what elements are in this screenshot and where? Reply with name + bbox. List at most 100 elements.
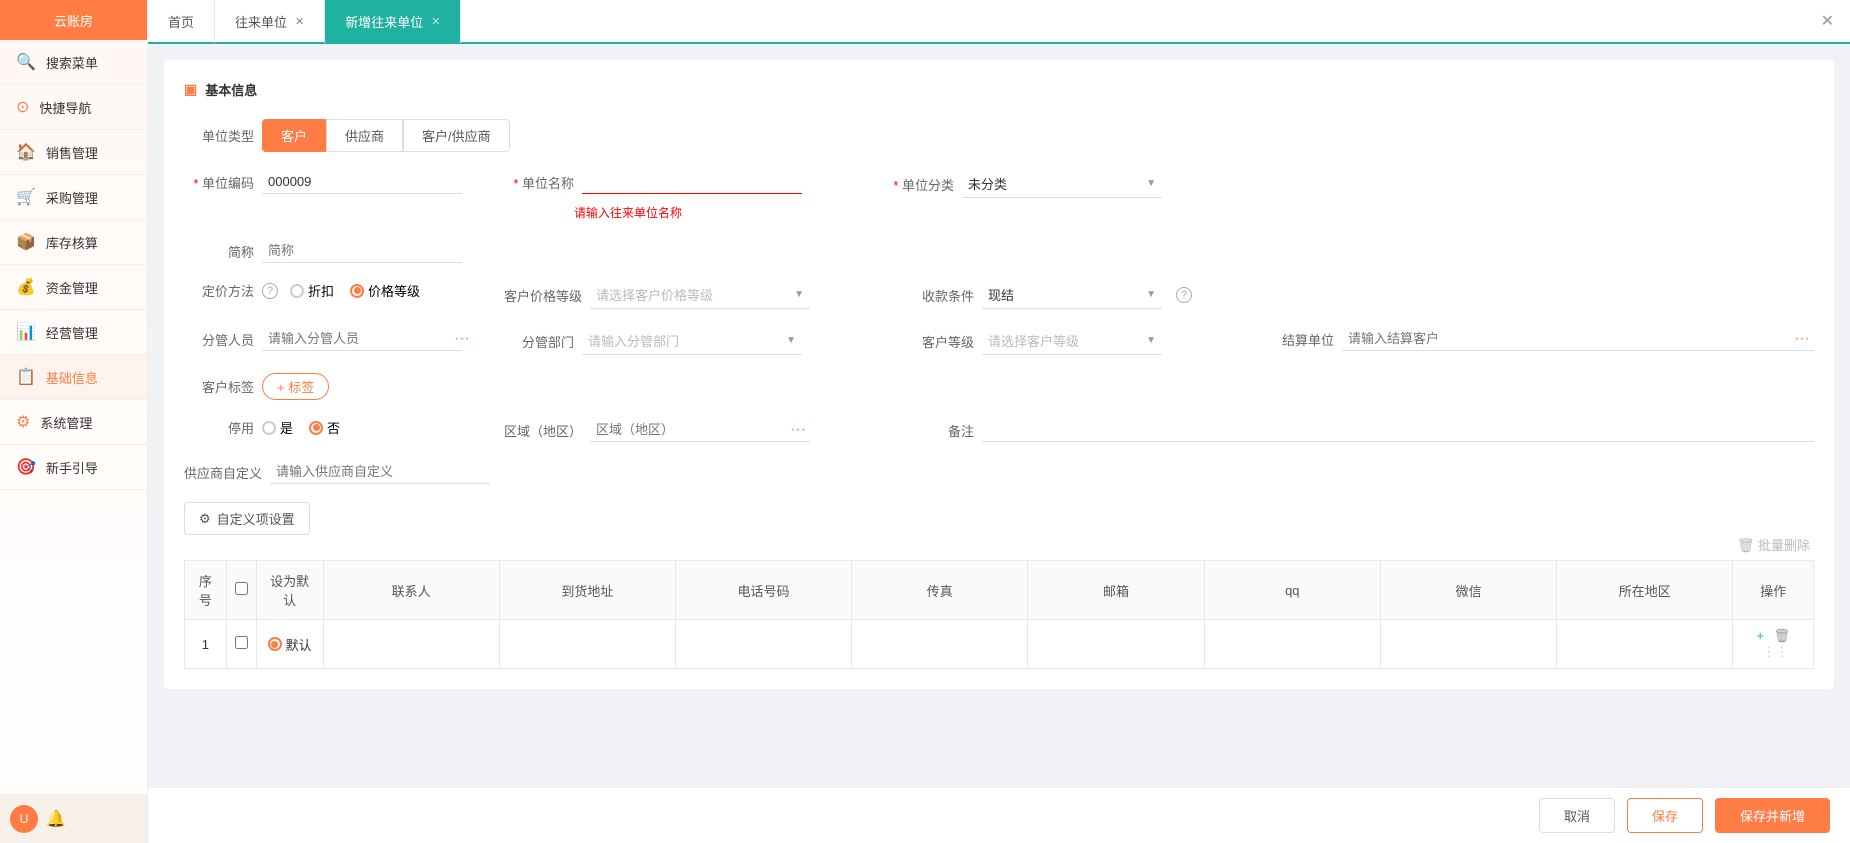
add-row-btn[interactable]: + xyxy=(1756,628,1764,643)
window-close-button[interactable]: ✕ xyxy=(1805,0,1850,43)
pricing-row: 定价方法 ? 折扣 价格等级 xyxy=(184,281,1814,309)
delete-row-btn[interactable]: 🗑 xyxy=(1774,628,1791,643)
sidebar-item-label: 搜索菜单 xyxy=(46,53,98,72)
qq-input[interactable] xyxy=(1213,637,1372,652)
tab-partners[interactable]: 往来单位 ✕ xyxy=(215,0,325,43)
sidebar-item-inventory[interactable]: 📦 库存核算 xyxy=(0,220,147,265)
notification-icon[interactable]: 🔔 xyxy=(46,809,66,829)
department-field: 分管部门 请输入分管部门 ▼ xyxy=(504,327,884,355)
address-input[interactable] xyxy=(508,637,667,652)
tab-new-partner[interactable]: 新增往来单位 ✕ xyxy=(325,0,461,43)
main-area: 首页 往来单位 ✕ 新增往来单位 ✕ ✕ ▣ 基本信息 单位类型 客户 xyxy=(148,0,1850,843)
code-name-category-row: 单位编码 单位名称 请输入往来单位名称 单位分类 xyxy=(184,170,1814,221)
section-icon: ▣ xyxy=(184,81,197,98)
btn-customer[interactable]: 客户 xyxy=(262,119,326,152)
short-name-row: 简称 xyxy=(184,239,1814,263)
custom-settings-row: ⚙ 自定义项设置 xyxy=(184,502,1814,535)
tab-new-partner-close[interactable]: ✕ xyxy=(431,15,440,28)
cell-region xyxy=(1557,620,1733,669)
radio-price-level[interactable]: 价格等级 xyxy=(350,281,420,300)
sidebar-item-finance[interactable]: 💰 资金管理 xyxy=(0,265,147,310)
region-more-btn[interactable]: ··· xyxy=(786,421,810,439)
radio-no[interactable]: 否 xyxy=(309,418,340,437)
sidebar-item-operations[interactable]: 📊 经营管理 xyxy=(0,310,147,355)
drag-handle[interactable]: ⋮⋮ xyxy=(1762,644,1788,659)
cell-wechat xyxy=(1380,620,1556,669)
sidebar-item-guide[interactable]: 🎯 新手引导 xyxy=(0,445,147,490)
contacts-table: 序号 设为默认 联系人 到货地址 电话号码 传真 邮箱 qq 微信 xyxy=(184,560,1814,669)
operations-icon: 📊 xyxy=(16,322,36,342)
payment-help-icon[interactable]: ? xyxy=(1176,287,1192,303)
pricing-help-icon[interactable]: ? xyxy=(262,283,278,299)
col-set-default: 设为默认 xyxy=(256,561,323,620)
supplier-custom-field: 供应商自定义 xyxy=(184,460,564,484)
select-all-checkbox[interactable] xyxy=(235,582,248,595)
unit-category-select[interactable]: 未分类 ▼ xyxy=(962,170,1162,198)
wechat-input[interactable] xyxy=(1389,637,1548,652)
sidebar-item-quick-nav[interactable]: ⊙ 快捷导航 xyxy=(0,85,147,130)
settlement-input[interactable] xyxy=(1342,327,1790,350)
manager-more-btn[interactable]: ··· xyxy=(450,330,474,348)
short-name-field: 简称 xyxy=(184,239,504,263)
region-label: 区域（地区） xyxy=(504,421,582,440)
col-wechat: 微信 xyxy=(1380,561,1556,620)
sidebar-item-basic[interactable]: 📋 基础信息 xyxy=(0,355,147,400)
department-select[interactable]: 请输入分管部门 ▼ xyxy=(582,327,802,355)
region-input[interactable] xyxy=(590,418,786,441)
radio-discount[interactable]: 折扣 xyxy=(290,281,334,300)
region-cell-input[interactable] xyxy=(1565,637,1724,652)
btn-both[interactable]: 客户/供应商 xyxy=(403,119,510,152)
email-input[interactable] xyxy=(1036,637,1195,652)
sidebar-item-label: 销售管理 xyxy=(46,143,98,162)
fax-input[interactable] xyxy=(860,637,1019,652)
settlement-more-btn[interactable]: ··· xyxy=(1790,330,1814,348)
phone-input[interactable] xyxy=(684,637,843,652)
custom-settings-button[interactable]: ⚙ 自定义项设置 xyxy=(184,502,310,535)
manager-input[interactable] xyxy=(262,327,450,350)
tab-partners-close[interactable]: ✕ xyxy=(295,15,304,28)
sidebar-item-search[interactable]: 🔍 搜索菜单 xyxy=(0,40,147,85)
unit-category-value: 未分类 xyxy=(968,174,1142,193)
manager-input-group: ··· xyxy=(262,327,462,351)
btn-supplier[interactable]: 供应商 xyxy=(326,119,403,152)
save-new-button[interactable]: 保存并新增 xyxy=(1715,798,1830,833)
settings-icon: ⚙ xyxy=(199,511,211,527)
supplier-custom-label: 供应商自定义 xyxy=(184,463,262,482)
pricing-method-field: 定价方法 ? 折扣 价格等级 xyxy=(184,281,504,300)
sidebar-item-purchase[interactable]: 🛒 采购管理 xyxy=(0,175,147,220)
cancel-button[interactable]: 取消 xyxy=(1539,798,1615,833)
payment-terms-label: 收款条件 xyxy=(904,286,974,305)
unit-type-btn-group: 客户 供应商 客户/供应商 xyxy=(262,119,510,152)
col-address: 到货地址 xyxy=(499,561,675,620)
customer-price-level-select[interactable]: 请选择客户价格等级 ▼ xyxy=(590,281,810,309)
tab-home[interactable]: 首页 xyxy=(148,0,215,43)
sidebar-item-system[interactable]: ⚙ 系统管理 xyxy=(0,400,147,445)
pricing-radio-group: 折扣 价格等级 xyxy=(290,281,420,300)
sidebar-item-sales[interactable]: 🏠 销售管理 xyxy=(0,130,147,175)
unit-code-input[interactable] xyxy=(262,170,462,194)
col-qq: qq xyxy=(1204,561,1380,620)
radio-yes[interactable]: 是 xyxy=(262,418,293,437)
short-name-input[interactable] xyxy=(262,239,462,263)
user-avatar: U xyxy=(10,805,38,833)
supplier-custom-input[interactable] xyxy=(270,460,490,484)
contact-input[interactable] xyxy=(332,637,491,652)
unit-type-field: 单位类型 客户 供应商 客户/供应商 xyxy=(184,119,584,152)
unit-code-label: 单位编码 xyxy=(184,173,254,192)
batch-delete-icon: 🗑 xyxy=(1737,537,1755,553)
row-checkbox[interactable] xyxy=(235,636,248,649)
cell-qq xyxy=(1204,620,1380,669)
unit-name-input[interactable] xyxy=(582,170,802,194)
add-tag-button[interactable]: + 标签 xyxy=(262,373,329,400)
radio-default[interactable]: 默认 xyxy=(265,635,315,654)
save-button[interactable]: 保存 xyxy=(1627,798,1703,833)
unit-category-label: 单位分类 xyxy=(884,175,954,194)
sales-icon: 🏠 xyxy=(16,142,36,162)
payment-terms-select[interactable]: 现结 ▼ xyxy=(982,281,1162,309)
customer-level-select[interactable]: 请选择客户等级 ▼ xyxy=(982,327,1162,355)
col-action: 操作 xyxy=(1733,561,1814,620)
disable-label: 停用 xyxy=(184,418,254,437)
remarks-input[interactable] xyxy=(982,418,1814,442)
contacts-table-container: 序号 设为默认 联系人 到货地址 电话号码 传真 邮箱 qq 微信 xyxy=(184,560,1814,669)
chevron-down-icon: ▼ xyxy=(1146,289,1156,300)
